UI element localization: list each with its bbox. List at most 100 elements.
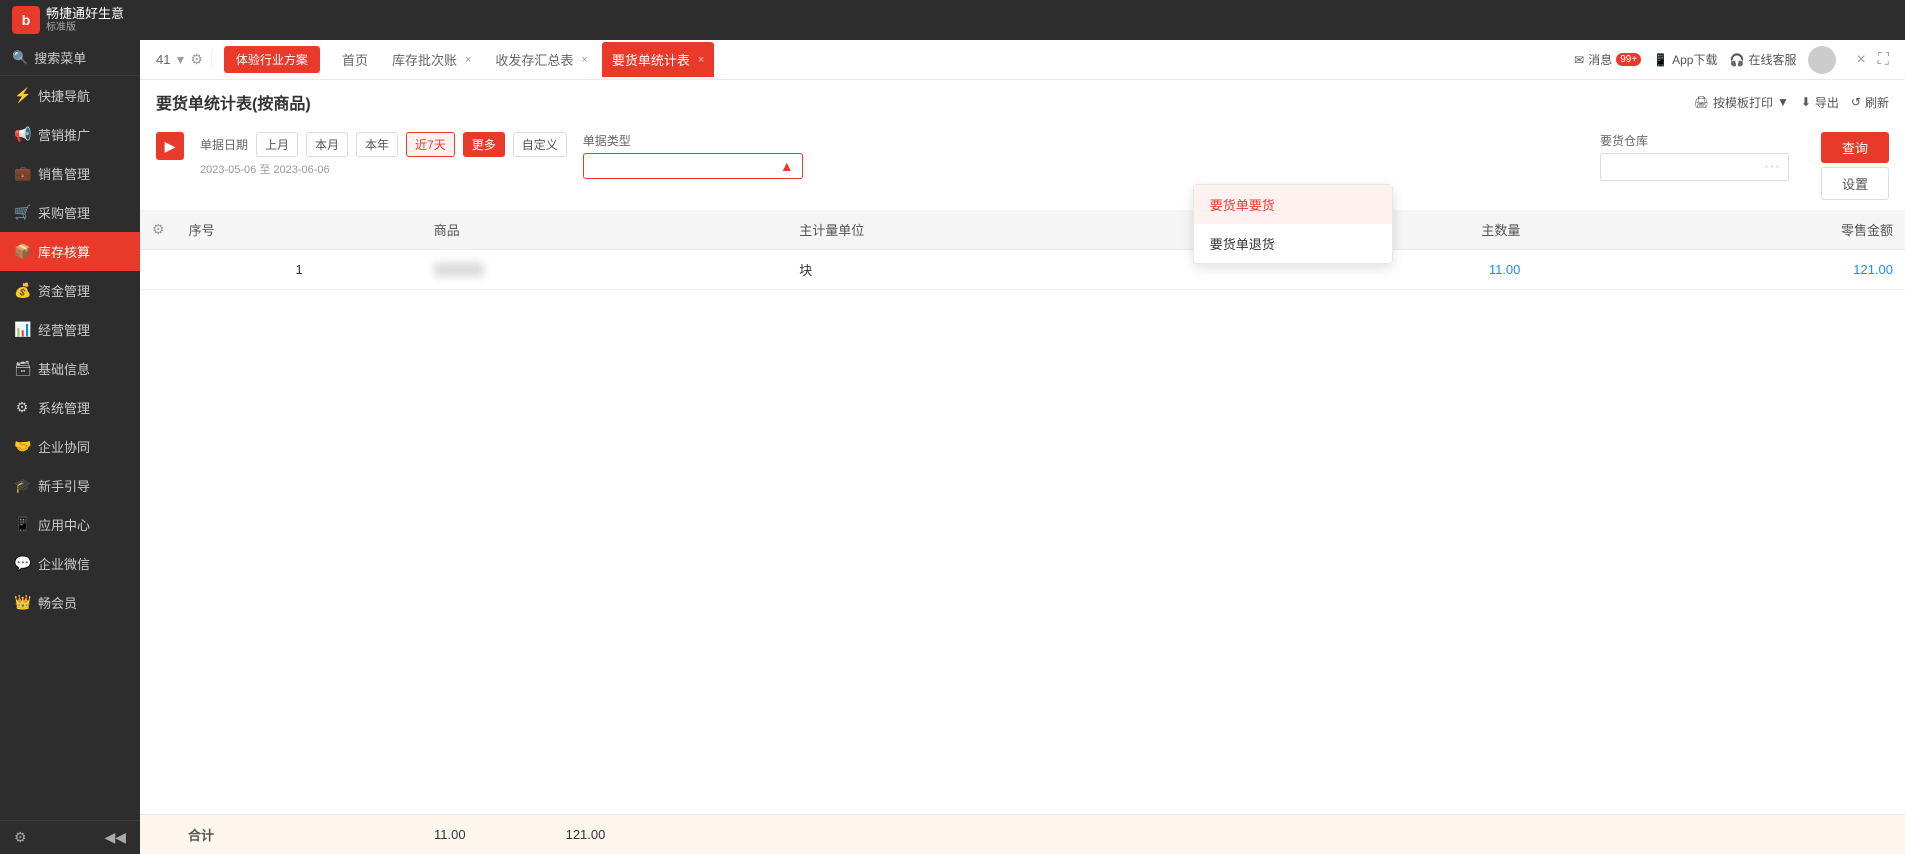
sidebar-item-wechat[interactable]: 💬 企业微信 <box>0 544 140 583</box>
tab-inventory-batch-close[interactable]: × <box>465 54 471 66</box>
warehouse-input[interactable] <box>1609 160 1764 174</box>
print-btn[interactable]: 🖨 按模板打印 ▼ <box>1694 94 1789 111</box>
filter-type-row[interactable]: ▲ <box>583 153 803 179</box>
online-service-label: 在线客服 <box>1748 51 1796 68</box>
total-qty: 11.00 <box>434 827 466 842</box>
sidebar-item-inventory[interactable]: 📦 库存核算 <box>0 232 140 271</box>
message-badge: 99+ <box>1616 53 1641 66</box>
printer-icon: 🖨 <box>1694 95 1709 109</box>
dropdown-item-order[interactable]: 要货单要货 <box>1194 185 1392 224</box>
user-avatar[interactable] <box>1808 46 1836 74</box>
tab-collect-summary-close[interactable]: × <box>581 54 587 66</box>
column-settings-icon[interactable]: ⚙ <box>152 221 165 237</box>
type-chevron-icon[interactable]: ▲ <box>780 158 794 174</box>
sidebar-item-member[interactable]: 👑 畅会员 <box>0 583 140 622</box>
dropdown-item-return[interactable]: 要货单退货 <box>1194 224 1392 263</box>
sidebar-item-label-sales: 销售管理 <box>38 164 90 183</box>
online-service-action[interactable]: 🎧 在线客服 <box>1729 51 1796 68</box>
total-label: 合计 <box>152 825 214 844</box>
tab-requisition-stats-close[interactable]: × <box>698 54 704 66</box>
sidebar-item-marketing[interactable]: 📢 营销推广 <box>0 115 140 154</box>
export-btn[interactable]: ⬇ 导出 <box>1801 94 1839 111</box>
message-action[interactable]: ✉ 消息 99+ <box>1574 51 1641 68</box>
sidebar-settings-btn[interactable]: ⚙ <box>14 829 27 846</box>
tab-bar-right: ✉ 消息 99+ 📱 App下载 🎧 在线客服 × ⛶ <box>1558 46 1905 74</box>
member-icon: 👑 <box>14 594 30 611</box>
tab-home[interactable]: 首页 <box>332 42 378 77</box>
guide-icon: 🎓 <box>14 477 30 494</box>
refresh-icon: ↺ <box>1851 95 1861 109</box>
type-input[interactable] <box>592 159 780 173</box>
filter-date-row: 单据日期 上月 本月 本年 近7天 更多 自定义 <box>200 132 567 157</box>
basic-icon: 🗃 <box>14 360 30 377</box>
sidebar-item-finance[interactable]: 💰 资金管理 <box>0 271 140 310</box>
sidebar-bottom: ⚙ ◀◀ <box>0 820 140 854</box>
tab-dropdown-icon[interactable]: ▼ <box>174 53 186 67</box>
filter-expand-btn[interactable]: ▶ <box>156 132 184 160</box>
custom-btn[interactable]: 自定义 <box>513 132 567 157</box>
row-settings-cell <box>140 250 177 290</box>
data-table: ⚙ 序号 商品 主计量单位 主数量 零售金额 1 <box>140 210 1905 290</box>
sidebar-item-operations[interactable]: 📊 经营管理 <box>0 310 140 349</box>
window-close-btn[interactable]: × <box>1856 51 1865 69</box>
sidebar-item-system[interactable]: ⚙ 系统管理 <box>0 388 140 427</box>
logo-area: b 畅捷通好生意 标准版 <box>12 6 152 34</box>
last7-btn[interactable]: 近7天 <box>406 132 455 157</box>
appstore-icon: 📱 <box>14 516 30 533</box>
col-unit-header: 主计量单位 <box>787 210 1223 250</box>
shortcut-icon: ⚡ <box>14 87 30 104</box>
page-title: 要货单统计表(按商品) <box>156 90 311 114</box>
sidebar-item-guide[interactable]: 🎓 新手引导 <box>0 466 140 505</box>
sidebar-item-label-appstore: 应用中心 <box>38 515 90 534</box>
sidebar-search-label: 搜索菜单 <box>34 48 86 67</box>
tab-bar: 41 ▼ ⚙ 体验行业方案 首页 库存批次账 × 收发存汇总表 × 要货单统计表 <box>140 40 1905 80</box>
row-unit: 块 <box>787 250 1223 290</box>
marketing-icon: 📢 <box>14 126 30 143</box>
sidebar-search[interactable]: 🔍 搜索菜单 <box>0 40 140 76</box>
query-btn[interactable]: 查询 <box>1821 132 1889 163</box>
settings-btn[interactable]: 设置 <box>1821 167 1889 200</box>
row-amount[interactable]: 121.00 <box>1532 250 1905 290</box>
sidebar-item-purchase[interactable]: 🛒 采购管理 <box>0 193 140 232</box>
sidebar-item-label-wechat: 企业微信 <box>38 554 90 573</box>
sidebar-item-label-marketing: 营销推广 <box>38 125 90 144</box>
more-btn[interactable]: 更多 <box>463 132 505 157</box>
sidebar-item-shortcut[interactable]: ⚡ 快捷导航 <box>0 76 140 115</box>
sidebar-collapse-btn[interactable]: ◀◀ <box>104 829 126 846</box>
refresh-btn[interactable]: ↺ 刷新 <box>1851 94 1889 111</box>
sidebar-item-basic[interactable]: 🗃 基础信息 <box>0 349 140 388</box>
last-month-btn[interactable]: 上月 <box>256 132 298 157</box>
tab-inventory-batch[interactable]: 库存批次账 × <box>382 42 481 77</box>
search-icon: 🔍 <box>12 50 28 66</box>
app-subtitle: 标准版 <box>46 22 124 34</box>
sidebar-item-label-finance: 资金管理 <box>38 281 90 300</box>
sidebar-item-enterprise[interactable]: 🤝 企业协同 <box>0 427 140 466</box>
tab-requisition-stats[interactable]: 要货单统计表 × <box>602 42 714 77</box>
app-download-action[interactable]: 📱 App下载 <box>1653 51 1717 68</box>
finance-icon: 💰 <box>14 282 30 299</box>
window-expand-btn[interactable]: ⛶ <box>1878 51 1889 69</box>
trial-btn[interactable]: 体验行业方案 <box>224 46 320 73</box>
top-header: b 畅捷通好生意 标准版 <box>0 0 1905 40</box>
tab-settings-icon[interactable]: ⚙ <box>190 51 203 68</box>
system-icon: ⚙ <box>14 399 30 416</box>
page-header: 要货单统计表(按商品) 🖨 按模板打印 ▼ ⬇ 导出 ↺ <box>140 80 1905 122</box>
tab-count: 41 <box>156 52 170 67</box>
sidebar-item-sales[interactable]: 💼 销售管理 <box>0 154 140 193</box>
sidebar-item-label-basic: 基础信息 <box>38 359 90 378</box>
filter-bar: ▶ 单据日期 上月 本月 本年 近7天 更多 自定义 2023-05-06 至 … <box>140 122 1905 210</box>
content-area: 41 ▼ ⚙ 体验行业方案 首页 库存批次账 × 收发存汇总表 × 要货单统计表 <box>140 40 1905 854</box>
col-seq-header: 序号 <box>177 210 422 250</box>
col-settings-header: ⚙ <box>140 210 177 250</box>
tab-collect-summary[interactable]: 收发存汇总表 × <box>485 42 597 77</box>
this-month-btn[interactable]: 本月 <box>306 132 348 157</box>
warehouse-more-icon: ··· <box>1764 158 1780 176</box>
filter-date-group: 单据日期 上月 本月 本年 近7天 更多 自定义 2023-05-06 至 20… <box>200 132 567 177</box>
this-year-btn[interactable]: 本年 <box>356 132 398 157</box>
inventory-icon: 📦 <box>14 243 30 260</box>
col-amount-header: 零售金额 <box>1532 210 1905 250</box>
table-footer: 合计 11.00 121.00 <box>140 814 1905 854</box>
message-label: 消息 <box>1588 51 1612 68</box>
table-container: ⚙ 序号 商品 主计量单位 主数量 零售金额 1 <box>140 210 1905 814</box>
sidebar-item-appstore[interactable]: 📱 应用中心 <box>0 505 140 544</box>
